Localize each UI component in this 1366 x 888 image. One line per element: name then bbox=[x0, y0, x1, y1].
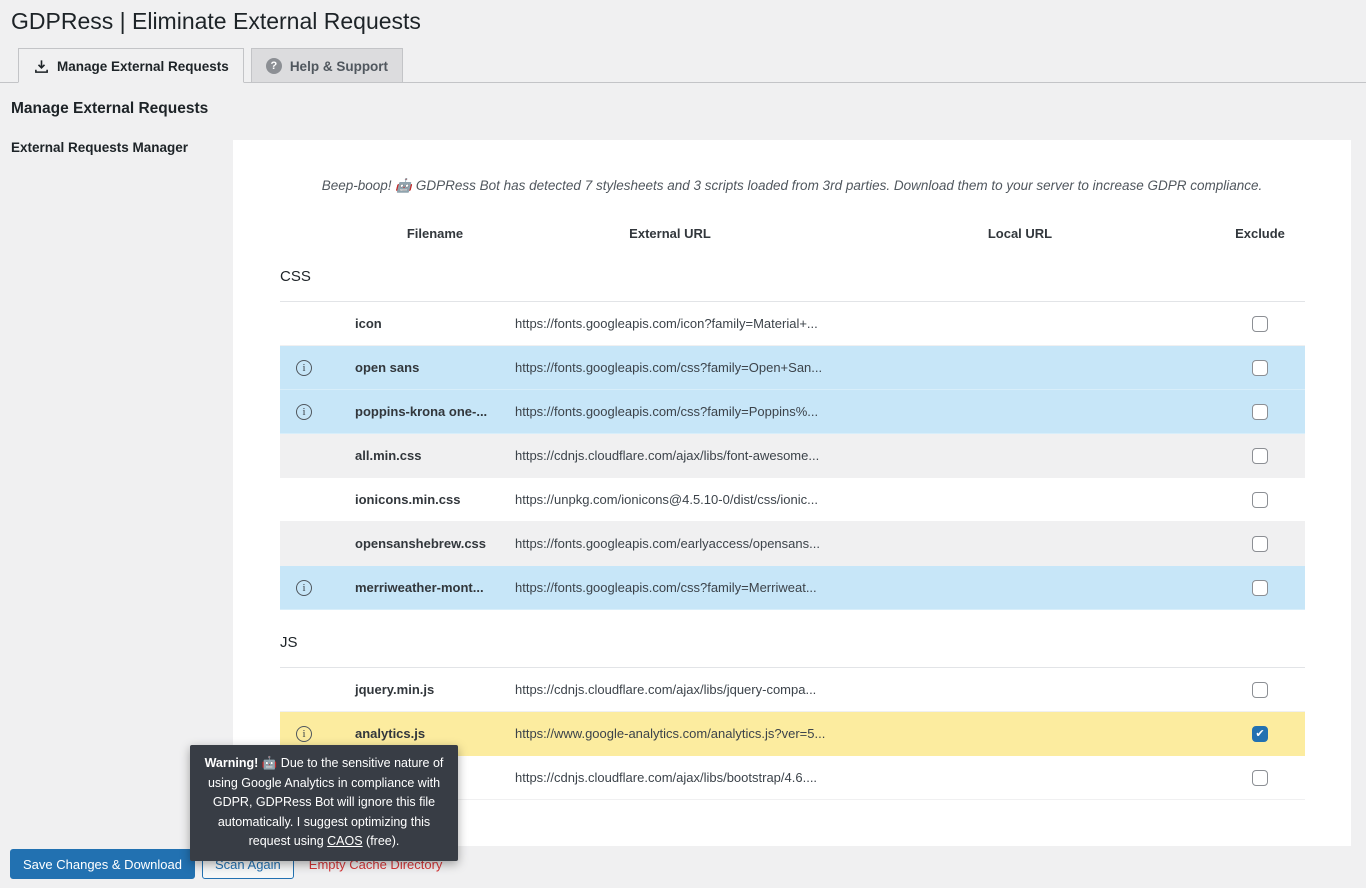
row-external-url: https://fonts.googleapis.com/earlyaccess… bbox=[515, 536, 820, 551]
row-external-url: https://unpkg.com/ionicons@4.5.10-0/dist… bbox=[515, 492, 818, 507]
tab-manage-external-requests[interactable]: Manage External Requests bbox=[18, 48, 244, 83]
tooltip-text-after: (free). bbox=[362, 834, 400, 848]
row-external-url: https://fonts.googleapis.com/css?family=… bbox=[515, 404, 819, 419]
bot-intro-message: Beep-boop! 🤖 GDPRess Bot has detected 7 … bbox=[321, 178, 1263, 193]
warning-tooltip: Warning! 🤖 Due to the sensitive nature o… bbox=[190, 745, 458, 861]
column-header-exclude: Exclude bbox=[1235, 225, 1285, 241]
row-filename: jquery.min.js bbox=[355, 682, 435, 697]
row-external-url: https://cdnjs.cloudflare.com/ajax/libs/f… bbox=[515, 448, 820, 463]
column-header-external-url: External URL bbox=[629, 225, 711, 241]
requests-table: Filename External URL Local URL Exclude … bbox=[280, 222, 1305, 800]
exclude-checkbox[interactable] bbox=[1252, 535, 1268, 552]
tab-label: Manage External Requests bbox=[57, 58, 229, 74]
row-filename: analytics.js bbox=[355, 726, 426, 741]
save-changes-button[interactable]: Save Changes & Download bbox=[10, 849, 195, 879]
tooltip-warning-label: Warning! bbox=[204, 756, 259, 770]
tab-bar: Manage External Requests ? Help & Suppor… bbox=[0, 47, 1366, 83]
row-filename: icon bbox=[355, 316, 382, 331]
table-header-row: Filename External URL Local URL Exclude bbox=[280, 222, 1305, 244]
table-row: icon https://fonts.googleapis.com/icon?f… bbox=[280, 302, 1305, 346]
tab-help-support[interactable]: ? Help & Support bbox=[250, 48, 404, 83]
exclude-checkbox[interactable] bbox=[1252, 579, 1268, 596]
download-icon bbox=[33, 58, 49, 74]
exclude-checkbox[interactable] bbox=[1252, 359, 1268, 376]
group-heading-css: CSS bbox=[280, 262, 1305, 302]
exclude-checkbox[interactable] bbox=[1252, 491, 1268, 508]
exclude-checkbox[interactable] bbox=[1252, 681, 1268, 698]
exclude-checkbox[interactable] bbox=[1252, 769, 1268, 786]
table-row: open sans https://fonts.googleapis.com/c… bbox=[280, 346, 1305, 390]
group-heading-js: JS bbox=[280, 628, 1305, 668]
info-icon[interactable] bbox=[296, 580, 312, 597]
row-filename: opensanshebrew.css bbox=[355, 536, 487, 551]
row-filename: open sans bbox=[355, 360, 420, 375]
exclude-checkbox[interactable] bbox=[1252, 315, 1268, 332]
info-icon[interactable] bbox=[296, 360, 312, 377]
row-external-url: https://fonts.googleapis.com/css?family=… bbox=[515, 360, 823, 375]
row-filename: merriweather-mont... bbox=[355, 580, 484, 595]
table-row: jquery.min.js https://cdnjs.cloudflare.c… bbox=[280, 668, 1305, 712]
info-icon[interactable] bbox=[296, 726, 312, 743]
tab-label: Help & Support bbox=[289, 58, 389, 74]
page-title: GDPRess | Eliminate External Requests bbox=[11, 8, 421, 34]
row-external-url: https://www.google-analytics.com/analyti… bbox=[515, 726, 825, 741]
sidebar-label: External Requests Manager bbox=[11, 140, 189, 155]
table-row: merriweather-mont... https://fonts.googl… bbox=[280, 566, 1305, 610]
info-icon[interactable] bbox=[296, 404, 312, 421]
section-heading: Manage External Requests bbox=[11, 100, 209, 117]
table-row: all.min.css https://cdnjs.cloudflare.com… bbox=[280, 434, 1305, 478]
external-requests-panel: Beep-boop! 🤖 GDPRess Bot has detected 7 … bbox=[233, 140, 1351, 846]
exclude-checkbox[interactable] bbox=[1252, 725, 1268, 742]
table-row: ionicons.min.css https://unpkg.com/ionic… bbox=[280, 478, 1305, 522]
row-external-url: https://fonts.googleapis.com/css?family=… bbox=[515, 580, 817, 595]
row-external-url: https://cdnjs.cloudflare.com/ajax/libs/b… bbox=[515, 770, 818, 785]
row-filename: poppins-krona one-... bbox=[355, 404, 488, 419]
table-row: opensanshebrew.css https://fonts.googlea… bbox=[280, 522, 1305, 566]
row-filename: all.min.css bbox=[355, 448, 422, 463]
row-external-url: https://fonts.googleapis.com/icon?family… bbox=[515, 316, 818, 331]
exclude-checkbox[interactable] bbox=[1252, 447, 1268, 464]
caos-link[interactable]: CAOS bbox=[327, 834, 362, 848]
exclude-checkbox[interactable] bbox=[1252, 403, 1268, 420]
row-external-url: https://cdnjs.cloudflare.com/ajax/libs/j… bbox=[515, 682, 817, 697]
question-icon: ? bbox=[265, 58, 282, 74]
table-row: poppins-krona one-... https://fonts.goog… bbox=[280, 390, 1305, 434]
column-header-local-url: Local URL bbox=[987, 225, 1053, 241]
column-header-filename: Filename bbox=[406, 225, 464, 241]
row-filename: ionicons.min.css bbox=[355, 492, 461, 507]
